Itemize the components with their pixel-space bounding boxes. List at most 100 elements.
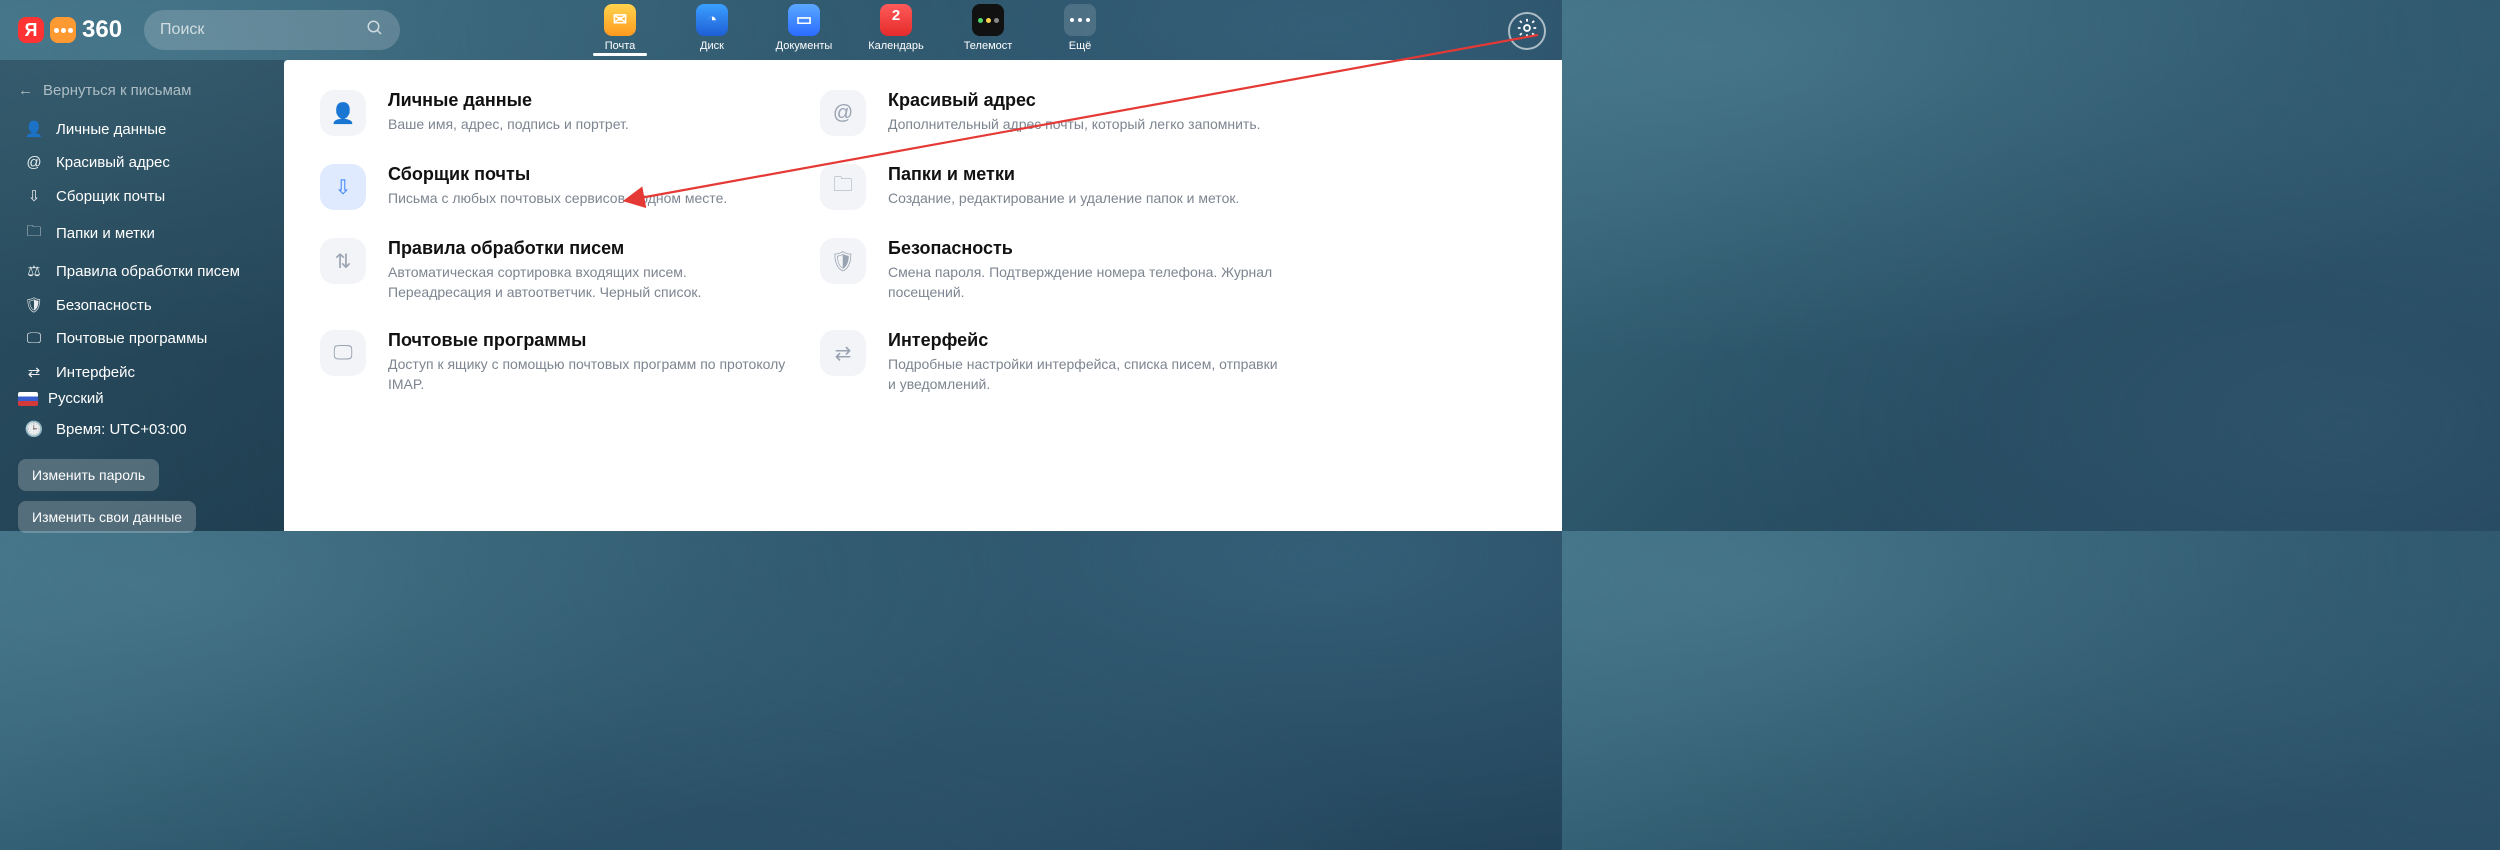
sidebar-item-label: Безопасность — [56, 297, 152, 314]
disk-icon: ◔ — [707, 10, 717, 30]
folder-icon: 🗀 — [820, 164, 866, 210]
card-desc: Смена пароля. Подтверждение номера телеф… — [888, 263, 1288, 302]
card-title: Папки и метки — [888, 164, 1239, 185]
flag-ru-icon — [18, 392, 38, 406]
telemost-dots-icon — [978, 18, 999, 23]
change-password-button[interactable]: Изменить пароль — [18, 459, 159, 491]
card-desc: Дополнительный адрес почты, который легк… — [888, 115, 1261, 135]
card-title: Сборщик почты — [388, 164, 727, 185]
back-to-mail-link[interactable]: ← Вернуться к письмам — [18, 82, 270, 99]
sidebar-item[interactable]: 🖵 Почтовые программы — [18, 327, 270, 350]
sidebar-nav: 👤 Личные данные @ Красивый адрес ⇩ Сборщик по… — [18, 117, 270, 384]
settings-grid: 👤 Личные данные Ваше имя, адрес, подпись и… — [284, 60, 1562, 414]
sidebar-item[interactable]: ⇩ Сборщик почты — [18, 184, 270, 208]
topnav-label: Телемост — [964, 40, 1013, 52]
card-desc: Создание, редактирование и удаление папо… — [888, 189, 1239, 209]
docs-icon: ▭ — [796, 10, 812, 30]
logo[interactable]: Я 360 — [18, 16, 122, 44]
topnav-item-mail[interactable]: ✉ Почта — [590, 4, 650, 52]
sidebar-item[interactable]: 🛡 Безопасность — [18, 293, 270, 317]
settings-card[interactable]: @ Красивый адрес Дополнительный адрес почт… — [820, 90, 1290, 136]
shield-icon: 🛡 — [24, 296, 44, 314]
card-desc: Доступ к ящику с помощью почтовых програ… — [388, 355, 788, 394]
filter-icon: ⚖ — [24, 262, 44, 280]
sidebar-item[interactable]: 🗀 Папки и метки — [18, 218, 270, 249]
mail-icon: ✉ — [613, 10, 627, 30]
folder-icon: 🗀 — [24, 221, 44, 246]
language-label: Русский — [48, 390, 104, 407]
monitor-icon: 🖵 — [320, 330, 366, 376]
sidebar-item-label: Почтовые программы — [56, 330, 207, 347]
yandex-dots-icon — [50, 17, 76, 43]
topnav-label: Календарь — [868, 40, 924, 52]
sliders-icon: ⇄ — [820, 330, 866, 376]
topnav-label: Почта — [605, 40, 636, 52]
settings-card[interactable]: ⇄ Интерфейс Подробные настройки интерфейса… — [820, 330, 1290, 394]
gear-icon — [1516, 17, 1538, 45]
main-panel: 👤 Личные данные Ваше имя, адрес, подпись и… — [284, 60, 1562, 531]
topnav-label: Ещё — [1069, 40, 1092, 52]
timezone-label: Время: UTC+03:00 — [56, 421, 187, 438]
inbox-icon: ⇩ — [24, 187, 44, 205]
sidebar-item-label: Правила обработки писем — [56, 263, 240, 280]
card-title: Правила обработки писем — [388, 238, 788, 259]
topnav-item-more[interactable]: Ещё — [1050, 4, 1110, 52]
topnav-label: Документы — [776, 40, 833, 52]
change-data-button[interactable]: Изменить свои данные — [18, 501, 196, 533]
card-title: Почтовые программы — [388, 330, 788, 351]
timezone-selector[interactable]: 🕒 Время: UTC+03:00 — [18, 417, 270, 441]
more-dots-icon — [1070, 18, 1090, 22]
back-label: Вернуться к письмам — [43, 82, 191, 99]
monitor-icon: 🖵 — [24, 330, 44, 347]
card-title: Личные данные — [388, 90, 629, 111]
language-selector[interactable]: Русский — [18, 390, 270, 407]
sidebar-item-label: Интерфейс — [56, 364, 135, 381]
card-title: Красивый адрес — [888, 90, 1261, 111]
shield-icon: 🛡 — [820, 238, 866, 284]
sidebar-item[interactable]: ⇄ Интерфейс — [18, 360, 270, 384]
sidebar-item[interactable]: @ Красивый адрес — [18, 151, 270, 174]
clock-icon: 🕒 — [24, 420, 44, 438]
topnav-item-docs[interactable]: ▭ Документы — [774, 4, 834, 52]
sidebar-item[interactable]: 👤 Личные данные — [18, 117, 270, 141]
user-icon: 👤 — [24, 120, 44, 138]
at-icon: @ — [24, 154, 44, 171]
card-desc: Автоматическая сортировка входящих писем… — [388, 263, 788, 302]
search-icon — [366, 19, 384, 42]
topnav-item-tele[interactable]: Телемост — [958, 4, 1018, 52]
filter-icon: ⇅ — [320, 238, 366, 284]
logo-text: 360 — [82, 16, 122, 44]
card-desc: Ваше имя, адрес, подпись и портрет. — [388, 115, 629, 135]
sidebar-item-label: Личные данные — [56, 121, 166, 138]
sidebar: ← Вернуться к письмам 👤 Личные данные @ Кра… — [0, 60, 284, 531]
settings-gear-button[interactable] — [1508, 12, 1546, 50]
inbox-icon: ⇩ — [320, 164, 366, 210]
yandex-ya-icon: Я — [18, 17, 44, 43]
sliders-icon: ⇄ — [24, 363, 44, 381]
settings-card[interactable]: 👤 Личные данные Ваше имя, адрес, подпись и… — [320, 90, 790, 136]
settings-card[interactable]: 🖵 Почтовые программы Доступ к ящику с помо… — [320, 330, 790, 394]
card-title: Интерфейс — [888, 330, 1288, 351]
sidebar-item[interactable]: ⚖ Правила обработки писем — [18, 259, 270, 283]
sidebar-item-label: Сборщик почты — [56, 188, 165, 205]
topnav-item-disk[interactable]: ◔ Диск — [682, 4, 742, 52]
sidebar-item-label: Красивый адрес — [56, 154, 170, 171]
search-placeholder: Поиск — [160, 21, 204, 39]
settings-card[interactable]: ⇩ Сборщик почты Письма с любых почтовых се… — [320, 164, 790, 210]
topnav-item-cal[interactable]: 2 Календарь — [866, 4, 926, 52]
calendar-badge: 2 — [880, 7, 912, 24]
settings-card[interactable]: 🛡 Безопасность Смена пароля. Подтверждение… — [820, 238, 1290, 302]
card-desc: Подробные настройки интерфейса, списка п… — [888, 355, 1288, 394]
settings-card[interactable]: 🗀 Папки и метки Создание, редактирование и… — [820, 164, 1290, 210]
user-icon: 👤 — [320, 90, 366, 136]
settings-card[interactable]: ⇅ Правила обработки писем Автоматическая с… — [320, 238, 790, 302]
search-input[interactable]: Поиск — [144, 10, 400, 50]
arrow-left-icon: ← — [18, 82, 33, 99]
at-icon: @ — [820, 90, 866, 136]
header: Я 360 Поиск ✉ Почта ◔ Диск ▭ Документы 2 Календ… — [0, 0, 1562, 60]
card-title: Безопасность — [888, 238, 1288, 259]
topnav-label: Диск — [700, 40, 724, 52]
sidebar-item-label: Папки и метки — [56, 225, 155, 242]
top-nav: ✉ Почта ◔ Диск ▭ Документы 2 Календарь Телемост Е… — [590, 0, 1110, 60]
card-desc: Письма с любых почтовых сервисов в одном… — [388, 189, 727, 209]
